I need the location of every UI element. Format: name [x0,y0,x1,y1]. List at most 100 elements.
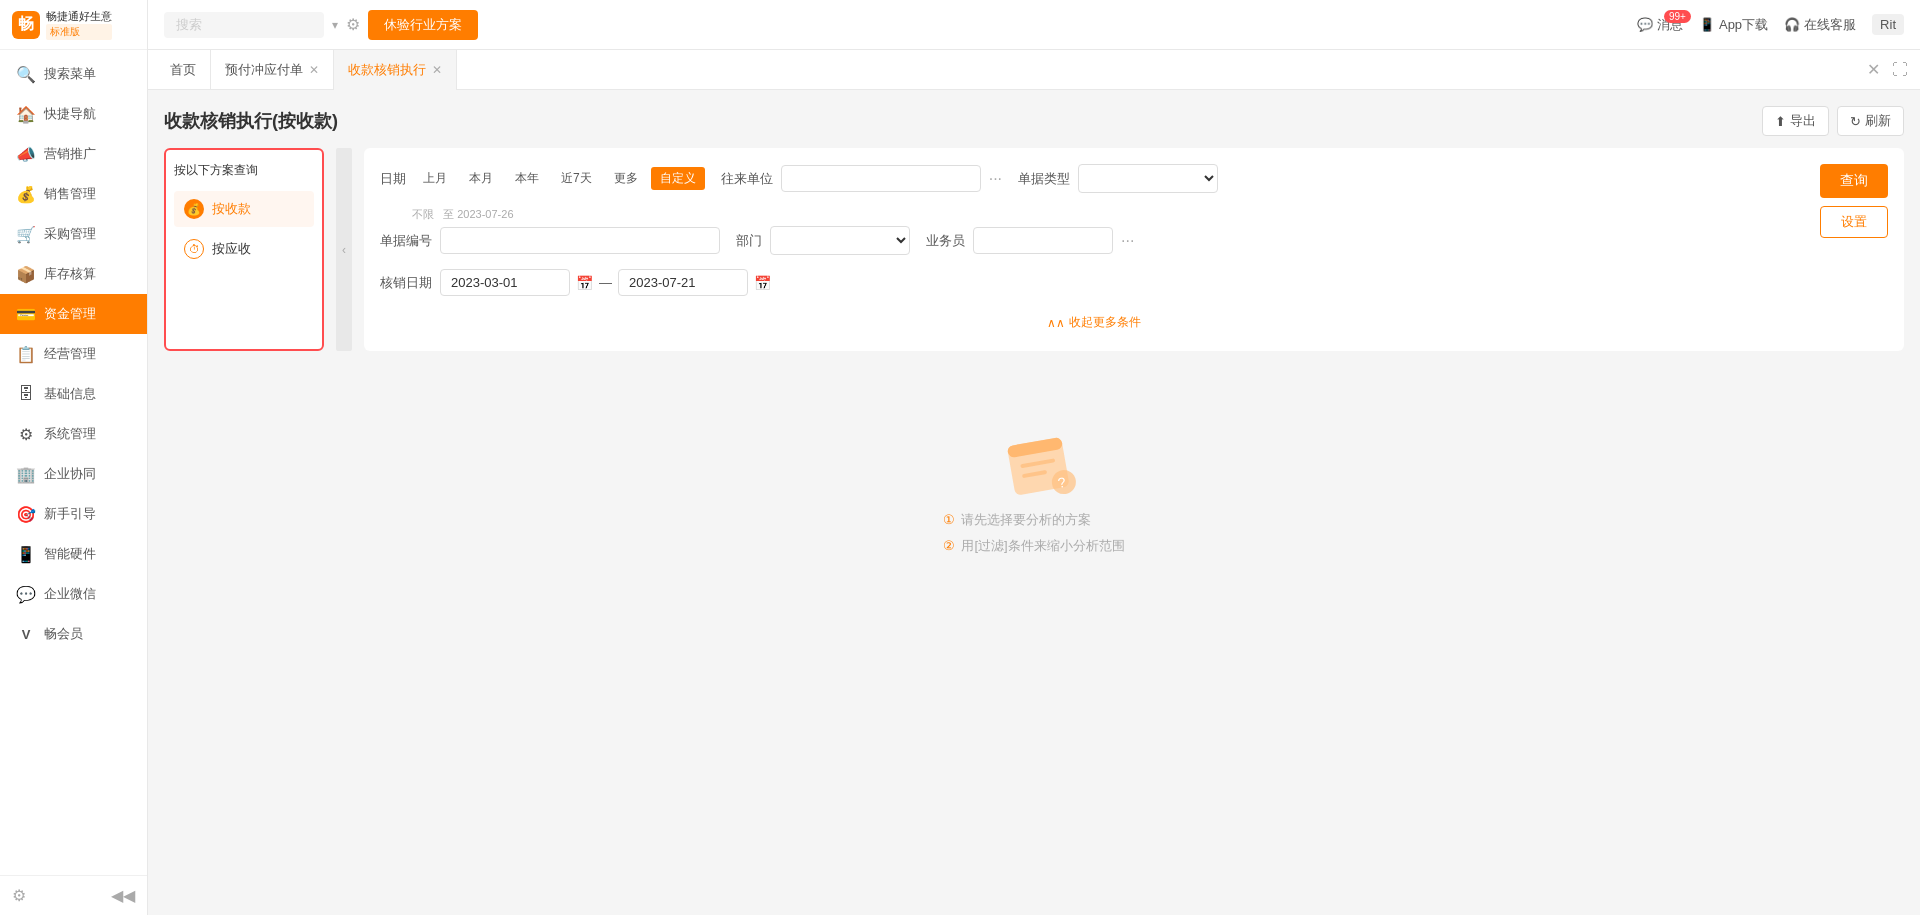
industry-solution-button[interactable]: 休验行业方案 [368,10,478,40]
topbar-left: 搜索 ▾ ⚙ 休验行业方案 [164,10,478,40]
page-actions: ⬆ 导出 ↻ 刷新 [1762,106,1904,136]
sidebar: 畅 畅捷通好生意 标准版 🔍 搜索菜单 🏠 快捷导航 📣 营销推广 💰 销售管理… [0,0,148,915]
wechat-icon: 💬 [16,584,36,604]
sidebar-item-wechat[interactable]: 💬 企业微信 [0,574,147,614]
query-button[interactable]: 查询 [1820,164,1888,198]
chevron-down-icon[interactable]: ▾ [332,18,338,32]
calendar-start-icon[interactable]: 📅 [576,275,593,291]
doctype-label: 单据类型 [1018,170,1070,188]
tab-prepay[interactable]: 预付冲应付单 ✕ [211,50,334,90]
tab-label: 预付冲应付单 [225,61,303,79]
search-menu-icon: 🔍 [16,64,36,84]
sidebar-item-marketing[interactable]: 📣 营销推广 [0,134,147,174]
sidebar-item-finance[interactable]: 💳 资金管理 [0,294,147,334]
maximize-icon[interactable]: ⛶ [1888,57,1912,83]
sidebar-item-business[interactable]: 📋 经营管理 [0,334,147,374]
sidebar-item-search[interactable]: 🔍 搜索菜单 [0,54,147,94]
this-year-btn[interactable]: 本年 [506,167,548,190]
empty-hint-1: ① 请先选择要分析的方案 [943,507,1124,533]
doctype-select[interactable] [1078,164,1218,193]
filter-item-dept: 部门 [736,226,910,255]
tab-label: 首页 [170,61,196,79]
tab-close-icon[interactable]: ✕ [432,63,442,77]
staff-more-icon[interactable]: ··· [1121,232,1134,250]
verify-date-end[interactable] [618,269,748,296]
tab-home[interactable]: 首页 [156,50,211,90]
filter-option-label: 按收款 [212,200,251,218]
business-icon: 📋 [16,344,36,364]
receipt-icon: 💰 [184,199,204,219]
online-service-button[interactable]: 🎧 在线客服 [1784,16,1856,34]
refresh-label: 刷新 [1865,112,1891,130]
sidebar-item-member[interactable]: V 畅会员 [0,614,147,654]
partner-input[interactable] [781,165,981,192]
sidebar-item-label: 资金管理 [44,305,96,323]
message-badge: 99+ [1664,10,1691,23]
filter-item-partner: 往来单位 ··· [721,165,1002,192]
filter-right-panel: 日期 上月 本月 本年 近7天 更多 自定义 [364,148,1904,351]
dept-select[interactable] [770,226,910,255]
tab-close-icon[interactable]: ✕ [309,63,319,77]
export-button[interactable]: ⬆ 导出 [1762,106,1829,136]
settings-icon[interactable]: ⚙ [12,886,26,905]
more-date-btn[interactable]: 更多 [605,167,647,190]
member-icon: V [16,624,36,644]
filter-left-panel: 按以下方案查询 💰 按收款 ⏱ 按应收 [164,148,324,351]
verify-date-start[interactable] [440,269,570,296]
custom-date-btn[interactable]: 自定义 [651,167,705,190]
verify-date-range: 📅 — 📅 [440,269,771,296]
sidebar-item-purchase[interactable]: 🛒 采购管理 [0,214,147,254]
calendar-end-icon[interactable]: 📅 [754,275,771,291]
refresh-icon: ↻ [1850,114,1861,129]
tabbar: 首页 预付冲应付单 ✕ 收款核销执行 ✕ ✕ ⛶ [148,50,1920,90]
sidebar-item-label: 营销推广 [44,145,96,163]
partner-more-icon[interactable]: ··· [989,170,1002,188]
sidebar-item-system[interactable]: ⚙ 系统管理 [0,414,147,454]
export-label: 导出 [1790,112,1816,130]
refresh-button[interactable]: ↻ 刷新 [1837,106,1904,136]
this-month-btn[interactable]: 本月 [460,167,502,190]
sidebar-item-sales[interactable]: 💰 销售管理 [0,174,147,214]
hint-text-1: 请先选择要分析的方案 [961,507,1091,533]
step-num-1: ① [943,507,955,533]
filter-panel-collapse-btn[interactable]: ‹ [336,148,352,351]
message-button[interactable]: 💬 消息 99+ [1637,16,1683,34]
sidebar-item-basicinfo[interactable]: 🗄 基础信息 [0,374,147,414]
sidebar-item-hardware[interactable]: 📱 智能硬件 [0,534,147,574]
message-icon: 💬 [1637,17,1653,32]
sidebar-item-collab[interactable]: 🏢 企业协同 [0,454,147,494]
filter-actions: 查询 设置 [1820,164,1888,335]
filter-option-by-receivable[interactable]: ⏱ 按应收 [174,231,314,267]
staff-input[interactable] [973,227,1113,254]
filter-row-date: 日期 上月 本月 本年 近7天 更多 自定义 [380,164,1808,193]
empty-hint-2: ② 用[过滤]条件来缩小分析范围 [943,533,1124,559]
last-month-btn[interactable]: 上月 [414,167,456,190]
sales-icon: 💰 [16,184,36,204]
date-to-text: 至 2023-07-26 [443,208,513,220]
collapse-more-btn[interactable]: ∧∧ 收起更多条件 [1035,310,1153,335]
collapse-sidebar-icon[interactable]: ◀◀ [111,886,135,905]
filter-option-by-receipt[interactable]: 💰 按收款 [174,191,314,227]
close-tab-icon[interactable]: ✕ [1863,56,1884,83]
last-7days-btn[interactable]: 近7天 [552,167,601,190]
step-num-2: ② [943,533,955,559]
main-area: 搜索 ▾ ⚙ 休验行业方案 💬 消息 99+ 📱 App下载 🎧 在线客服 Ri… [148,0,1920,915]
sidebar-item-guide[interactable]: 🎯 新手引导 [0,494,147,534]
filter-container: 按以下方案查询 💰 按收款 ⏱ 按应收 ‹ [164,148,1904,351]
marketing-icon: 📣 [16,144,36,164]
purchase-icon: 🛒 [16,224,36,244]
sidebar-item-label: 搜索菜单 [44,65,96,83]
phone-icon: 📱 [1699,17,1715,32]
sidebar-item-inventory[interactable]: 📦 库存核算 [0,254,147,294]
logo-area: 畅 畅捷通好生意 标准版 [0,0,147,50]
page-title: 收款核销执行(按收款) [164,109,338,133]
topbar-gear-icon[interactable]: ⚙ [346,15,360,34]
tab-receipt-verify[interactable]: 收款核销执行 ✕ [334,50,457,90]
app-download-button[interactable]: 📱 App下载 [1699,16,1768,34]
sidebar-item-quicknav[interactable]: 🏠 快捷导航 [0,94,147,134]
docnumber-input[interactable] [440,227,720,254]
filter-item-verifydate: 核销日期 📅 — 📅 [380,269,771,296]
user-account[interactable]: Rit [1872,14,1904,35]
settings-button[interactable]: 设置 [1820,206,1888,238]
page-header: 收款核销执行(按收款) ⬆ 导出 ↻ 刷新 [164,106,1904,136]
